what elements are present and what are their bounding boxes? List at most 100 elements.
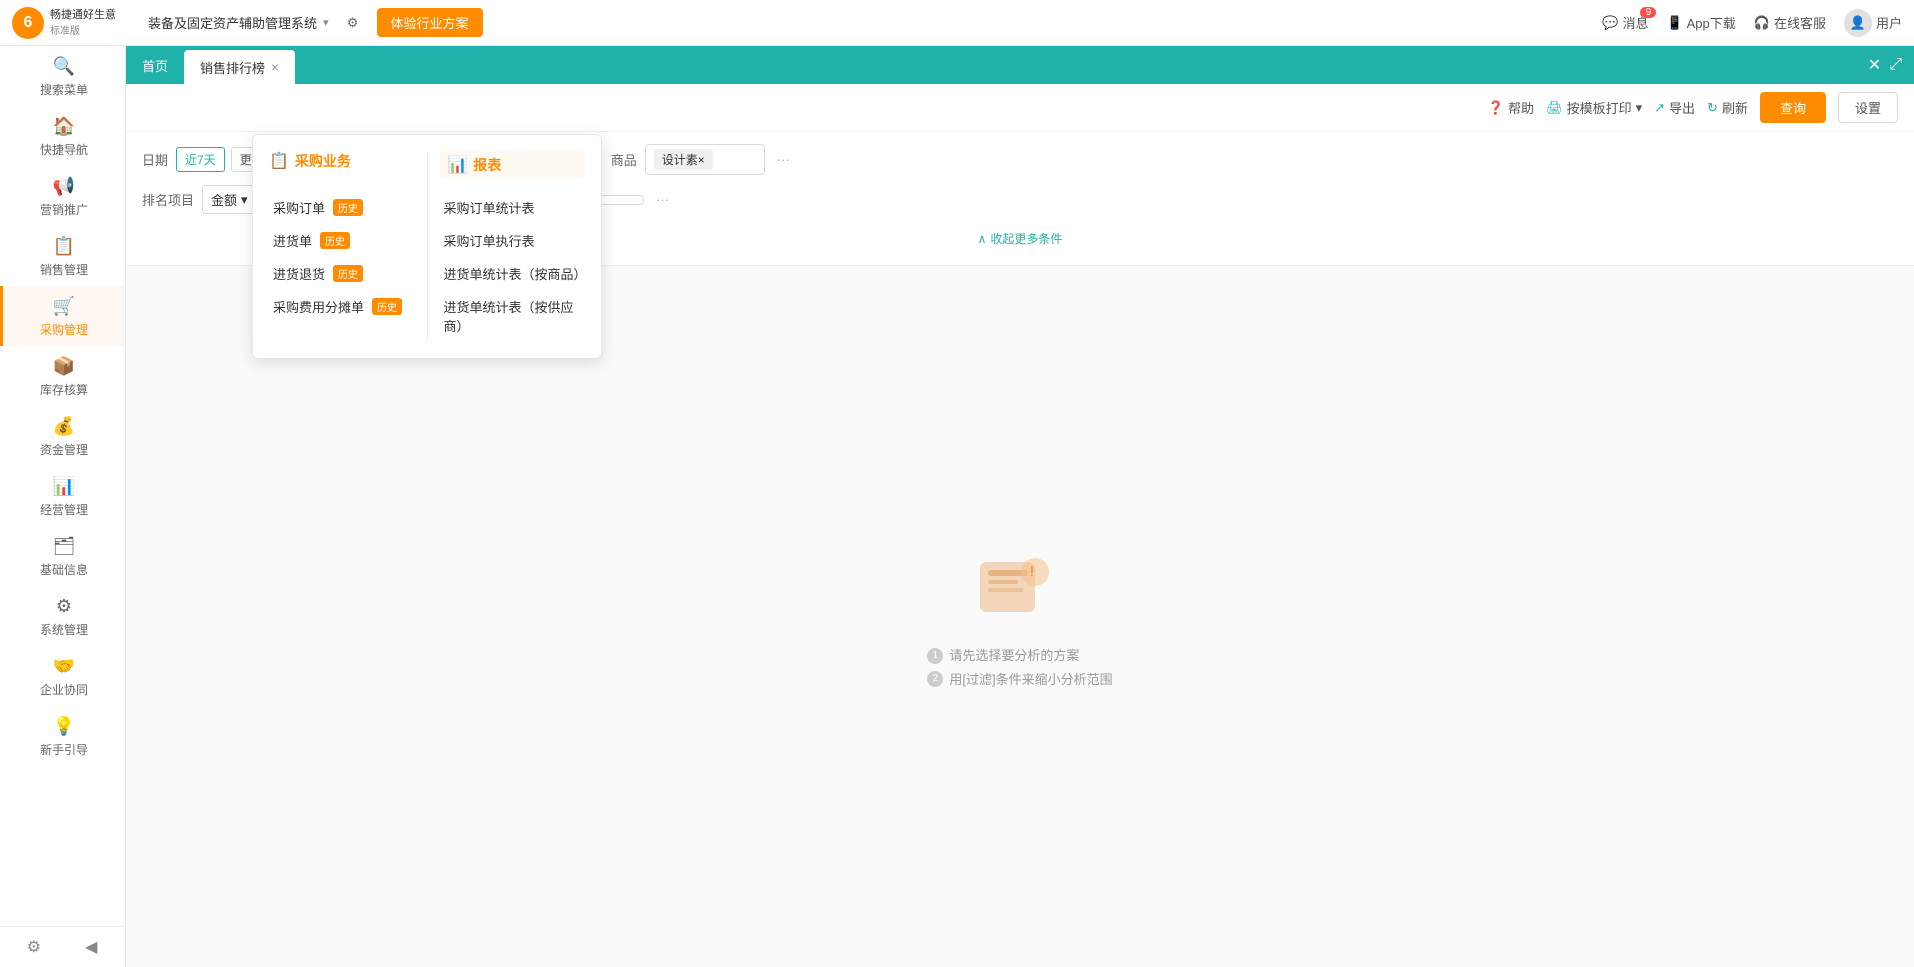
industry-button[interactable]: 体验行业方案 [377,8,483,37]
sidebar-item-label: 资金管理 [40,441,88,458]
sidebar-collapse-button[interactable]: ◀ [68,937,116,957]
help-button[interactable]: ❓ 帮助 [1488,98,1534,117]
sidebar-item-label: 销售管理 [40,261,88,278]
top-bar: 6 畅捷通好生意 标准版 装备及固定资产辅助管理系统 ▾ ⚙ 体验行业方案 💬 … [0,0,1914,46]
system-name-area: 装备及固定资产辅助管理系统 ▾ [148,13,329,32]
report-section-icon: 📊 [448,155,468,175]
marketing-icon: 📢 [53,176,75,197]
gear-button[interactable]: ⚙ [339,9,367,37]
sidebar-item-system[interactable]: ⚙ 系统管理 [0,586,125,646]
date-label: 日期 [142,150,168,169]
user-button[interactable]: 👤 用户 [1844,9,1902,37]
report-section-title: 📊 报表 [440,151,586,179]
date-7days-btn[interactable]: 近7天 [176,147,225,172]
refresh-label: 刷新 [1722,98,1748,117]
tab-close-window-icon[interactable]: ✕ [1868,55,1881,75]
menu-item-goods-receipt[interactable]: 进货单 历史 [269,224,415,257]
purchase-icon: 🛒 [53,296,75,317]
sidebar-item-quick-nav[interactable]: 🏠 快捷导航 [0,106,125,166]
message-badge: 9 [1640,7,1656,18]
service-label: 在线客服 [1774,13,1826,32]
collapse-icon: ∧ [978,232,987,246]
sidebar-item-purchase[interactable]: 🛒 采购管理 [0,286,125,346]
sidebar-item-label: 采购管理 [40,321,88,338]
sidebar-item-label: 企业协同 [40,681,88,698]
tab-bar-right: ✕ ⤢ [1868,55,1914,75]
search-icon: 🔍 [53,56,75,77]
sidebar-item-marketing[interactable]: 📢 营销推广 [0,166,125,226]
export-button[interactable]: ↗ 导出 [1654,98,1695,117]
export-label: 导出 [1669,98,1695,117]
sidebar-item-search[interactable]: 🔍 搜索菜单 [0,46,125,106]
menu-item-purchase-expense[interactable]: 采购费用分摊单 历史 [269,290,415,323]
sidebar-item-label: 基础信息 [40,561,88,578]
tab-close-icon[interactable]: × [271,59,279,75]
settings-button[interactable]: 设置 [1838,92,1898,123]
sidebar-item-label: 经营管理 [40,501,88,518]
finance-icon: 💰 [53,416,75,437]
dropdown-arrow-icon[interactable]: ▾ [323,16,329,29]
purchase-dropdown-menu: 📋 采购业务 采购订单 历史 进货单 历史 进货退货 历史 [252,134,602,359]
logo-icon: 6 [12,7,44,39]
sidebar: 🔍 搜索菜单 🏠 快捷导航 📢 营销推广 📋 销售管理 🛒 采购管理 📦 [0,46,126,967]
main-area: 🔍 搜索菜单 🏠 快捷导航 📢 营销推广 📋 销售管理 🛒 采购管理 📦 [0,46,1914,967]
menu-item-order-exec[interactable]: 采购订单执行表 [440,224,586,257]
tab-home[interactable]: 首页 [126,46,184,84]
goods-filter: 商品 设计素× ··· [611,144,794,175]
message-button[interactable]: 💬 消息 9 [1602,13,1648,32]
help-icon: ❓ [1488,100,1504,116]
cooperation-icon: 🤝 [53,656,75,677]
home-icon: 🏠 [53,116,75,137]
query-button[interactable]: 查询 [1760,92,1826,123]
goods-tag: 设计素× [654,149,713,170]
menu-item-goods-return[interactable]: 进货退货 历史 [269,257,415,290]
tab-sales-rank[interactable]: 销售排行榜 × [184,50,295,84]
sidebar-settings-button[interactable]: ⚙ [10,937,58,957]
goods-more-btn[interactable]: ··· [773,152,794,167]
customer-more-btn[interactable]: ··· [652,192,673,207]
empty-hint-2: 2 用[过滤]条件来缩小分析范围 [927,668,1112,691]
sidebar-bottom: ⚙ ◀ [0,926,125,967]
sidebar-item-cooperation[interactable]: 🤝 企业协同 [0,646,125,706]
sidebar-item-label: 快捷导航 [40,141,88,158]
phone-icon: 📱 [1666,15,1682,31]
system-name: 装备及固定资产辅助管理系统 [148,13,317,32]
sidebar-item-inventory[interactable]: 📦 库存核算 [0,346,125,406]
tab-maximize-icon[interactable]: ⤢ [1889,56,1902,74]
print-dropdown-icon[interactable]: ▾ [1636,100,1643,116]
app-label: App下载 [1687,13,1736,32]
sidebar-item-basic[interactable]: 🗂 基础信息 [0,526,125,586]
service-button[interactable]: 🎧 在线客服 [1754,13,1826,32]
sidebar-item-guide[interactable]: 💡 新手引导 [0,706,125,766]
avatar: 👤 [1844,9,1872,37]
hint-num-2: 2 [927,671,943,687]
goods-label: 商品 [611,150,637,169]
refresh-button[interactable]: ↻ 刷新 [1707,98,1748,117]
sidebar-item-label: 库存核算 [40,381,88,398]
menu-item-purchase-order[interactable]: 采购订单 历史 [269,191,415,224]
sidebar-item-sales[interactable]: 📋 销售管理 [0,226,125,286]
sales-icon: 📋 [53,236,75,257]
basic-icon: 🗂 [53,536,76,557]
content-area: 首页 销售排行榜 × ✕ ⤢ ❓ 帮助 🖨 按模板 [126,46,1914,967]
sidebar-item-operation[interactable]: 📊 经营管理 [0,466,125,526]
rank-chevron-icon: ▾ [241,192,248,208]
user-label: 用户 [1876,13,1902,32]
print-button[interactable]: 🖨 按模板打印 ▾ [1546,98,1642,117]
app-download-button[interactable]: 📱 App下载 [1666,13,1735,32]
logo-text: 畅捷通好生意 [50,8,116,22]
purchase-expense-badge: 历史 [372,298,402,315]
goods-select[interactable]: 设计素× [645,144,765,175]
purchase-section: 📋 采购业务 采购订单 历史 进货单 历史 进货退货 历史 [269,151,415,342]
content-toolbar: ❓ 帮助 🖨 按模板打印 ▾ ↗ 导出 ↻ 刷新 查询 设置 [126,84,1914,132]
menu-item-order-stats[interactable]: 采购订单统计表 [440,191,586,224]
print-label: 按模板打印 [1567,98,1632,117]
menu-item-receipt-supplier-stats[interactable]: 进货单统计表（按供应商） [440,290,586,342]
sidebar-item-label: 搜索菜单 [40,81,88,98]
menu-divider [427,151,428,342]
sidebar-item-finance[interactable]: 💰 资金管理 [0,406,125,466]
headset-icon: 🎧 [1754,15,1770,31]
sidebar-item-label: 系统管理 [40,621,88,638]
empty-illustration: ! [970,542,1070,632]
menu-item-receipt-goods-stats[interactable]: 进货单统计表（按商品） [440,257,586,290]
